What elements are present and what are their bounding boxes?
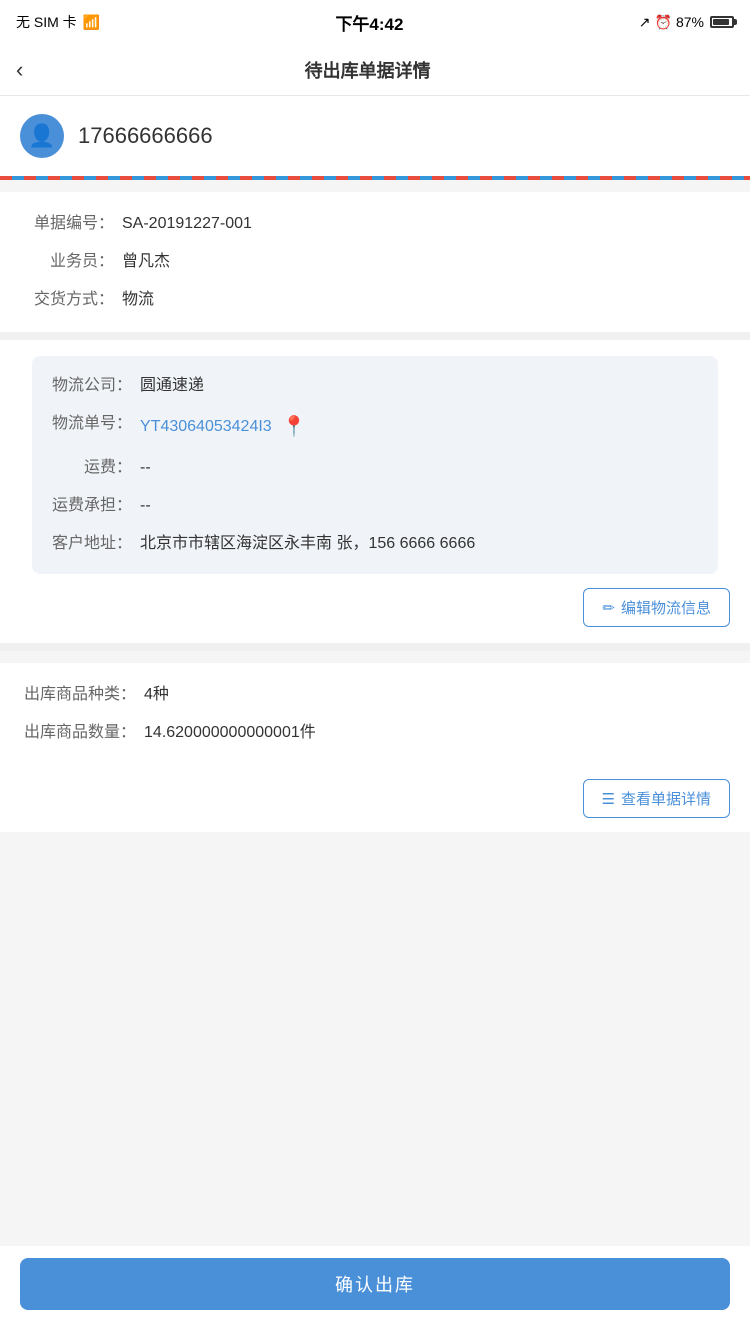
freight-label: 运费： [52,456,132,480]
tracking-number: YT43064053424I3 [140,415,272,439]
carrier-text: 无 SIM 卡 [16,12,77,32]
freight-bear-label: 运费承担： [52,494,132,518]
logistics-company-row: 物流公司： 圆通速递 [52,374,698,398]
status-time: 下午4:42 [335,10,403,35]
page-title: 待出库单据详情 [31,57,704,83]
user-section: 👤 17666666666 [0,96,750,176]
bottom-spacer [0,832,750,932]
bottom-action-area: 确认出库 [0,1246,750,1334]
freight-value: -- [140,456,698,480]
tracking-value: YT43064053424I3 📍 [140,412,698,442]
back-button[interactable]: ‹ [8,49,31,91]
confirm-button[interactable]: 确认出库 [20,1258,730,1310]
alarm-icon: ⏰ [655,14,672,31]
view-detail-icon: ☰ [602,790,615,808]
product-quantity-value: 14.620000000000001件 [144,721,726,745]
section-divider-1 [0,332,750,340]
product-types-label: 出库商品种类： [24,683,136,707]
order-no-value: SA-20191227-001 [122,212,726,236]
view-detail-row: ☰ 查看单据详情 [0,765,750,832]
logistics-company-value: 圆通速递 [140,374,698,398]
order-no-row: 单据编号： SA-20191227-001 [24,212,726,236]
product-quantity-label: 出库商品数量： [24,721,136,745]
product-quantity-row: 出库商品数量： 14.620000000000001件 [24,721,726,745]
wifi-icon: 📶 [83,14,100,31]
address-value: 北京市市辖区海淀区永丰南 张，156 6666 6666 [140,532,698,556]
delivery-value: 物流 [122,288,726,312]
salesman-row: 业务员： 曾凡杰 [24,250,726,274]
logistics-company-label: 物流公司： [52,374,132,398]
section-divider-2 [0,643,750,651]
logistics-section: 物流公司： 圆通速递 物流单号： YT43064053424I3 📍 运费： -… [32,356,718,574]
status-bar: 无 SIM 卡 📶 下午4:42 ↗ ⏰ 87% [0,0,750,44]
tracking-location-icon[interactable]: 📍 [282,412,307,442]
logistics-wrapper: 物流公司： 圆通速递 物流单号： YT43064053424I3 📍 运费： -… [0,340,750,643]
salesman-label: 业务员： [24,250,114,274]
user-phone: 17666666666 [78,123,213,149]
view-detail-button[interactable]: ☰ 查看单据详情 [583,779,730,818]
edit-icon: ✏ [602,599,615,617]
avatar-icon: 👤 [28,123,55,149]
battery-icon [710,16,734,28]
freight-row: 运费： -- [52,456,698,480]
view-detail-label: 查看单据详情 [621,788,711,809]
delivery-label: 交货方式： [24,288,114,312]
tracking-row: 物流单号： YT43064053424I3 📍 [52,412,698,442]
edit-logistics-button[interactable]: ✏ 编辑物流信息 [583,588,730,627]
freight-bear-row: 运费承担： -- [52,494,698,518]
status-left: 无 SIM 卡 📶 [16,12,100,32]
product-types-value: 4种 [144,683,726,707]
avatar: 👤 [20,114,64,158]
nav-bar: ‹ 待出库单据详情 [0,44,750,96]
stats-section: 出库商品种类： 4种 出库商品数量： 14.620000000000001件 [0,663,750,765]
product-types-row: 出库商品种类： 4种 [24,683,726,707]
dashed-divider [0,176,750,180]
salesman-value: 曾凡杰 [122,250,726,274]
edit-button-label: 编辑物流信息 [621,597,711,618]
address-label: 客户地址： [52,532,132,556]
basic-info-section: 单据编号： SA-20191227-001 业务员： 曾凡杰 交货方式： 物流 [0,192,750,332]
order-no-label: 单据编号： [24,212,114,236]
location-status-icon: ↗ [639,14,651,31]
tracking-label: 物流单号： [52,412,132,436]
freight-bear-value: -- [140,494,698,518]
delivery-row: 交货方式： 物流 [24,288,726,312]
battery-text: 87% [676,14,704,30]
address-row: 客户地址： 北京市市辖区海淀区永丰南 张，156 6666 6666 [52,532,698,556]
edit-logistics-row: ✏ 编辑物流信息 [16,574,734,627]
status-right: ↗ ⏰ 87% [639,14,734,31]
